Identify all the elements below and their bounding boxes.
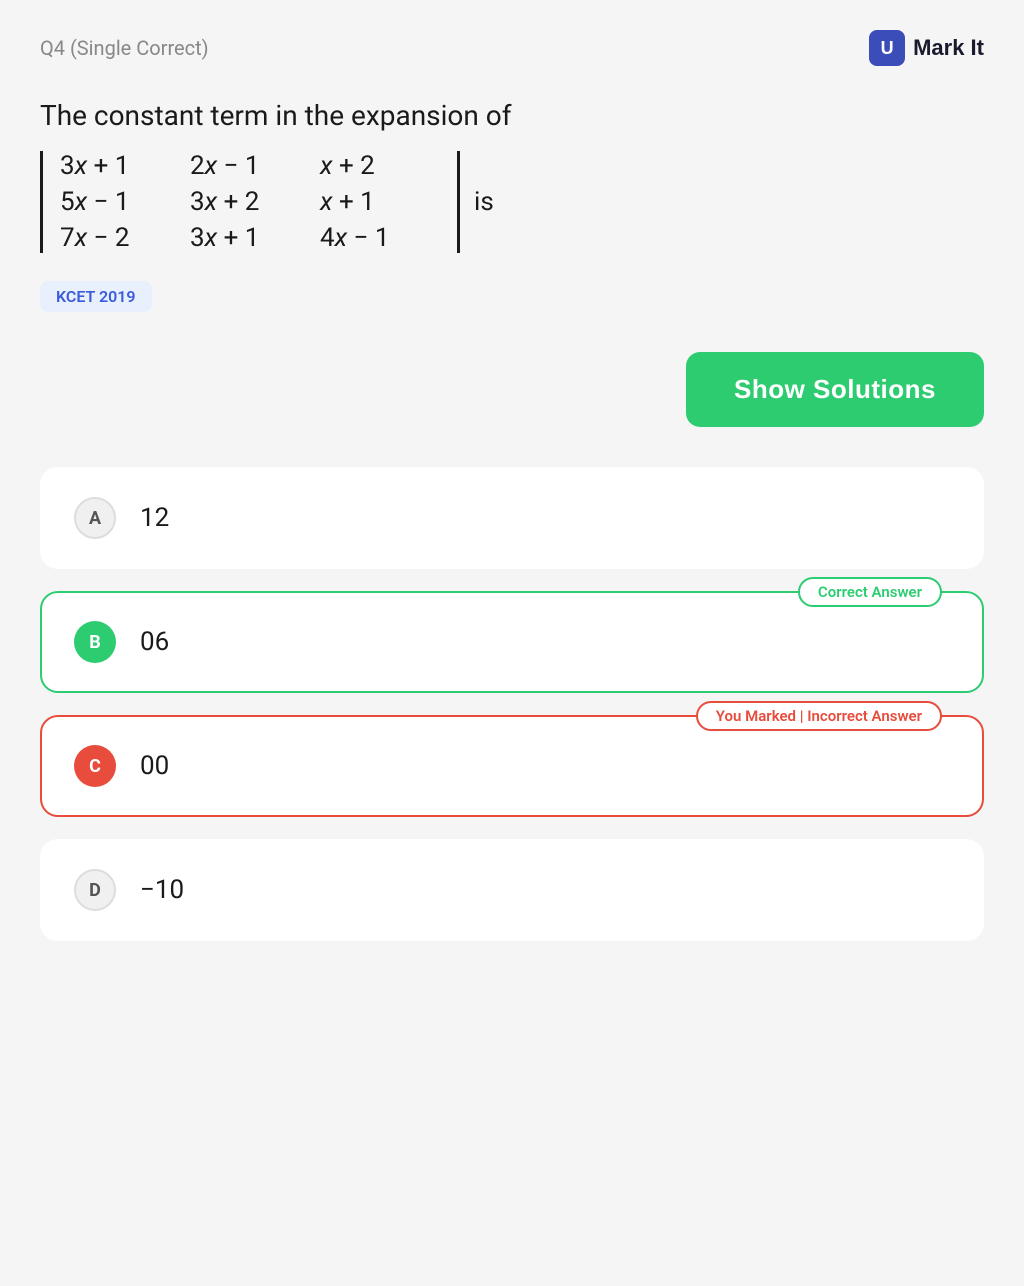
cell-3-1: 7x − 2 [60,223,190,253]
matrix-row-3: 7x − 2 3x + 1 4x − 1 [60,223,440,253]
mark-it-icon: U [869,30,905,66]
mark-it-button[interactable]: U Mark It [869,30,984,66]
option-a-card[interactable]: A 12 [40,467,984,569]
option-a-value: 12 [140,503,169,533]
matrix-bracket: 3x + 1 2x − 1 x + 2 5x − 1 3x + 2 x + 1 … [40,151,460,253]
header-row: Q4 (Single Correct) U Mark It [40,30,984,66]
option-a-label: A [74,497,116,539]
option-b-label: B [74,621,116,663]
cell-3-3: 4x − 1 [320,223,440,253]
cell-2-2: 3x + 2 [190,187,320,217]
bracket-right [446,151,460,253]
matrix-row-2: 5x − 1 3x + 2 x + 1 [60,187,440,217]
option-b-value: 06 [140,627,169,657]
mark-it-label: Mark It [913,35,984,61]
option-d-value: −10 [140,875,184,905]
tag-badge: KCET 2019 [40,281,152,312]
options-container: A 12 Correct Answer B 06 You Marked | In… [40,467,984,963]
cell-1-3: x + 2 [320,151,440,181]
cell-3-2: 3x + 1 [190,223,320,253]
incorrect-answer-badge: You Marked | Incorrect Answer [696,701,942,731]
option-c-label: C [74,745,116,787]
option-c-value: 00 [140,751,169,781]
option-d-label: D [74,869,116,911]
cell-1-2: 2x − 1 [190,151,320,181]
question-type-label: Q4 (Single Correct) [40,36,209,60]
cell-1-1: 3x + 1 [60,151,190,181]
bracket-left [40,151,54,253]
is-suffix: is [474,187,494,217]
cell-2-1: 5x − 1 [60,187,190,217]
question-text: The constant term in the expansion of [40,96,984,135]
cell-2-3: x + 1 [320,187,440,217]
show-solutions-button[interactable]: Show Solutions [686,352,984,427]
correct-answer-badge: Correct Answer [798,577,942,607]
determinant-container: 3x + 1 2x − 1 x + 2 5x − 1 3x + 2 x + 1 … [40,151,984,253]
matrix-row-1: 3x + 1 2x − 1 x + 2 [60,151,440,181]
option-d-card[interactable]: D −10 [40,839,984,941]
option-b-card[interactable]: Correct Answer B 06 [40,591,984,693]
show-solutions-row: Show Solutions [40,352,984,427]
matrix-rows: 3x + 1 2x − 1 x + 2 5x − 1 3x + 2 x + 1 … [60,151,440,253]
option-c-card[interactable]: You Marked | Incorrect Answer C 00 [40,715,984,817]
